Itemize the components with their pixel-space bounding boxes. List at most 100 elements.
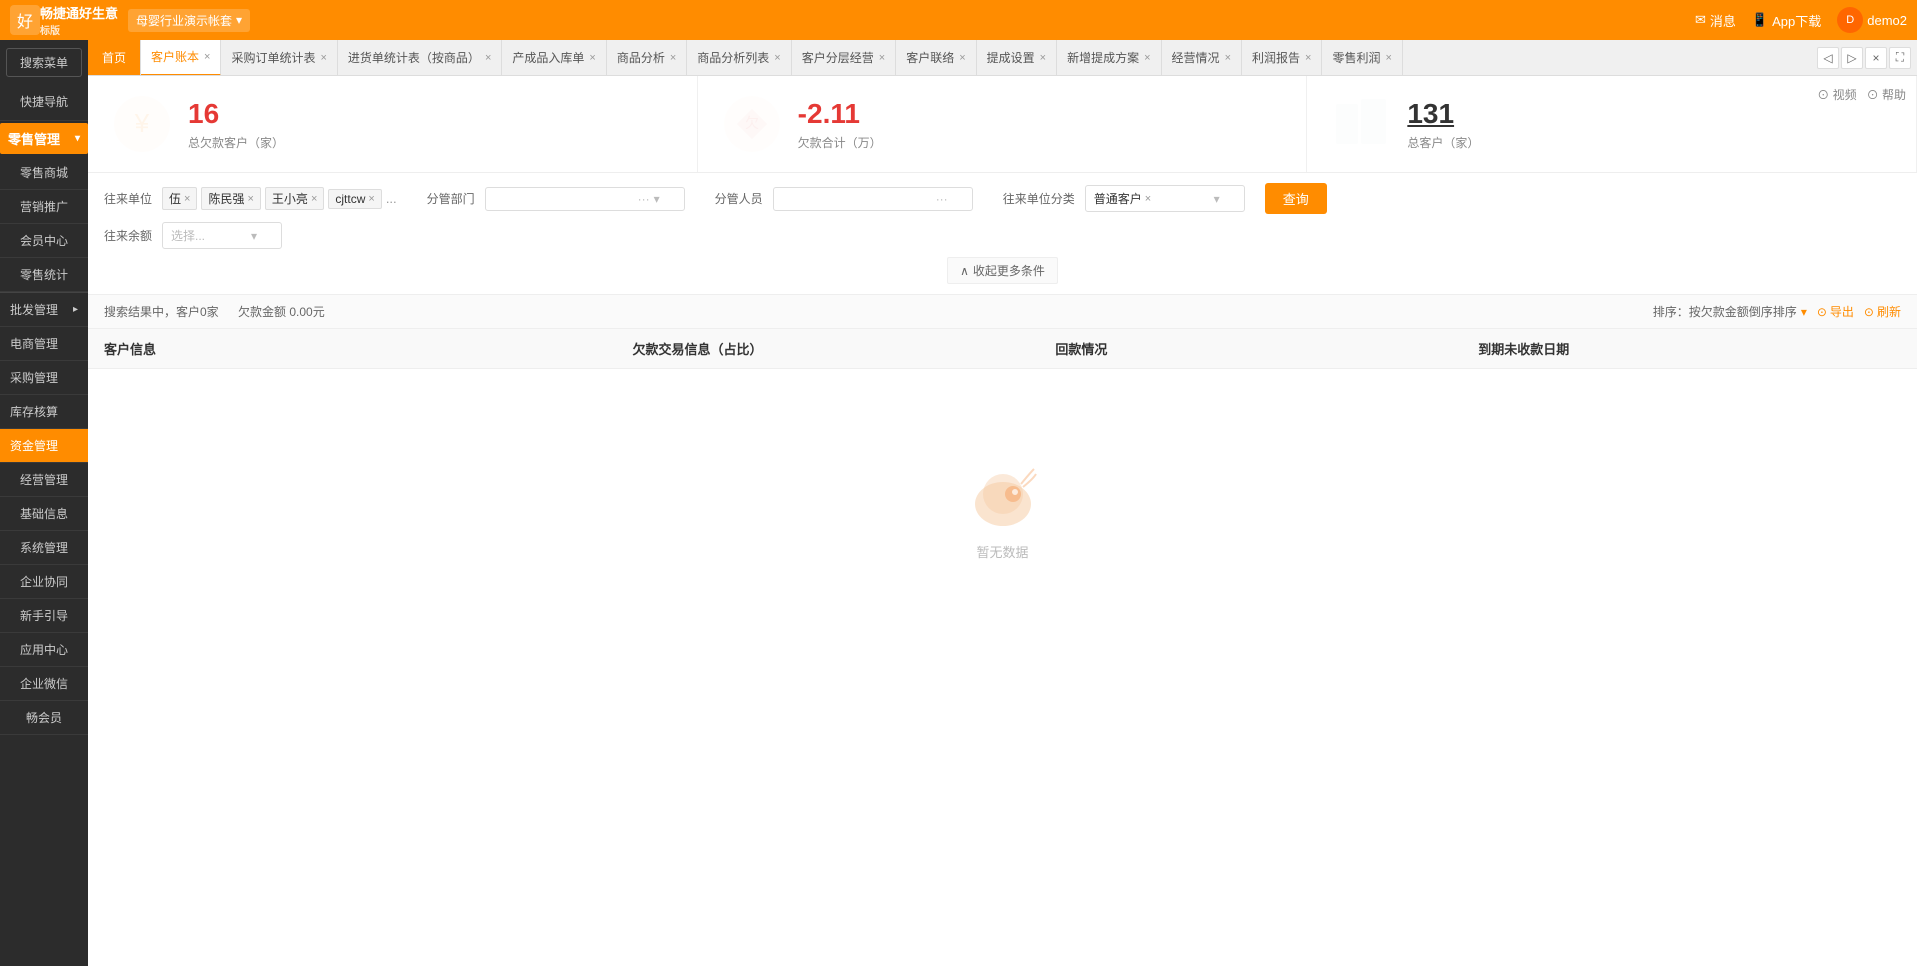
tab-business-status[interactable]: 经营情况 × bbox=[1162, 40, 1242, 76]
tab-prev-btn[interactable]: ◁ bbox=[1817, 47, 1839, 69]
tab-close-incoming[interactable]: × bbox=[485, 52, 491, 64]
tab-bar: 首页 客户账本 × 采购订单统计表 × 进货单统计表（按商品） × 产成品入库单… bbox=[88, 40, 1917, 76]
tab-close-all-btn[interactable]: × bbox=[1865, 47, 1887, 69]
empty-icon bbox=[958, 449, 1048, 542]
help-btn[interactable]: ⊙ 帮助 bbox=[1867, 86, 1906, 103]
refresh-icon: ⊙ bbox=[1864, 305, 1874, 319]
tab-close-retail[interactable]: × bbox=[1385, 52, 1391, 64]
main-content: ¥ 16 总欠款客户（家） 欠 bbox=[88, 76, 1917, 966]
category-tag-close[interactable]: × bbox=[1145, 193, 1151, 205]
svg-text:欠: 欠 bbox=[745, 115, 759, 131]
result-actions: 排序：按欠款金额倒序排序 ▾ ⊙ 导出 ⊙ 刷新 bbox=[1653, 303, 1901, 320]
sidebar-item-member[interactable]: 畅会员 bbox=[0, 701, 88, 735]
logo-icon: 好 bbox=[10, 5, 40, 35]
sidebar: 搜索菜单 快捷导航 零售管理 ▾ 零售商城 营销推广 会员中心 零售统计 批发管… bbox=[0, 40, 88, 966]
balance-filter-select[interactable]: 选择... ▾ bbox=[162, 222, 282, 249]
sidebar-item-retail[interactable]: 零售管理 ▾ bbox=[0, 123, 88, 154]
empty-text: 暂无数据 bbox=[976, 542, 1028, 561]
tab-close-profit[interactable]: × bbox=[1305, 52, 1311, 64]
card2-icon: 欠 bbox=[722, 94, 782, 154]
sidebar-item-collab[interactable]: 企业协同 bbox=[0, 565, 88, 599]
tab-retail-profit[interactable]: 零售利润 × bbox=[1322, 40, 1402, 76]
export-btn[interactable]: ⊙ 导出 bbox=[1817, 303, 1854, 320]
tab-close-customer-capital[interactable]: × bbox=[204, 51, 210, 63]
user-menu[interactable]: D demo2 bbox=[1837, 7, 1907, 33]
sort-chevron-icon[interactable]: ▾ bbox=[1801, 305, 1807, 319]
tab-production-inbound[interactable]: 产成品入库单 × bbox=[502, 40, 606, 76]
summary-card-3: 131 总客户（家） ⊙ 视频 ⊙ 帮助 bbox=[1307, 76, 1917, 172]
table-header: 客户信息 欠款交易信息（占比） 回款情况 到期未收款日期 bbox=[88, 329, 1917, 369]
person-filter-more-btn[interactable]: ··· bbox=[936, 192, 948, 206]
tab-product-analysis[interactable]: 商品分析 × bbox=[607, 40, 687, 76]
search-menu-btn[interactable]: 搜索菜单 bbox=[6, 48, 82, 77]
sidebar-item-apps[interactable]: 应用中心 bbox=[0, 633, 88, 667]
app-download-btn[interactable]: 📱 App下载 bbox=[1752, 11, 1821, 30]
tab-customer-capital[interactable]: 客户账本 × bbox=[141, 40, 221, 76]
tab-customer-contact[interactable]: 客户联络 × bbox=[896, 40, 976, 76]
quick-nav-btn[interactable]: 快捷导航 bbox=[0, 85, 88, 118]
sidebar-item-finance[interactable]: 资金管理 bbox=[0, 429, 88, 463]
app-version: 标版 bbox=[40, 22, 118, 37]
tab-fullscreen-btn[interactable]: ⛶ bbox=[1889, 47, 1911, 69]
unit-tag-wu-close[interactable]: × bbox=[184, 193, 190, 205]
refresh-btn[interactable]: ⊙ 刷新 bbox=[1864, 303, 1901, 320]
sidebar-item-retail-stats[interactable]: 零售统计 bbox=[0, 258, 88, 292]
unit-tag-wang-close[interactable]: × bbox=[311, 193, 317, 205]
unit-filter-tags: 伍 × 陈民强 × 王小亮 × bbox=[162, 187, 397, 210]
sidebar-item-wechat[interactable]: 企业微信 bbox=[0, 667, 88, 701]
sidebar-item-membership[interactable]: 会员中心 bbox=[0, 224, 88, 258]
unit-filter-more[interactable]: ... bbox=[386, 191, 397, 206]
tab-incoming-stats[interactable]: 进货单统计表（按商品） × bbox=[338, 40, 502, 76]
message-btn[interactable]: ✉ 消息 bbox=[1695, 11, 1736, 30]
tab-next-btn[interactable]: ▷ bbox=[1841, 47, 1863, 69]
tab-home[interactable]: 首页 bbox=[88, 40, 141, 76]
sidebar-item-basic[interactable]: 基础信息 bbox=[0, 497, 88, 531]
tab-close-new-raise[interactable]: × bbox=[1144, 52, 1150, 64]
sidebar-item-system[interactable]: 系统管理 bbox=[0, 531, 88, 565]
tab-close-purchase[interactable]: × bbox=[320, 52, 326, 64]
tab-raise-settings[interactable]: 提成设置 × bbox=[977, 40, 1057, 76]
sidebar-item-ecommerce[interactable]: 电商管理 bbox=[0, 327, 88, 361]
tab-close-product-list[interactable]: × bbox=[774, 52, 780, 64]
dept-filter-select[interactable]: ··· ▾ bbox=[485, 187, 685, 211]
top-bar: 好 畅捷通好生意 标版 母婴行业演示帐套 ▾ ✉ 消息 📱 App下载 D de… bbox=[0, 0, 1917, 40]
result-sort: 排序：按欠款金额倒序排序 ▾ bbox=[1653, 303, 1807, 320]
tab-close-raise[interactable]: × bbox=[1040, 52, 1046, 64]
filter-row-1: 往来单位 伍 × 陈民强 × 王小亮 bbox=[104, 183, 1901, 214]
tab-close-business[interactable]: × bbox=[1225, 52, 1231, 64]
card3-top-right: ⊙ 视频 ⊙ 帮助 bbox=[1817, 86, 1906, 103]
tab-customer-segment[interactable]: 客户分层经营 × bbox=[792, 40, 896, 76]
unit-tag-chen-close[interactable]: × bbox=[247, 193, 253, 205]
sidebar-item-wholesale[interactable]: 批发管理 ▸ bbox=[0, 292, 88, 327]
dept-filter-more-btn[interactable]: ··· bbox=[638, 192, 650, 206]
category-filter-select[interactable]: 普通客户 × ▾ bbox=[1085, 185, 1245, 212]
tab-close-segment[interactable]: × bbox=[879, 52, 885, 64]
account-selector[interactable]: 母婴行业演示帐套 ▾ bbox=[128, 9, 250, 32]
query-btn[interactable]: 查询 bbox=[1265, 183, 1327, 214]
sidebar-item-purchase[interactable]: 采购管理 bbox=[0, 361, 88, 395]
tab-close-contact[interactable]: × bbox=[959, 52, 965, 64]
category-filter-label: 往来单位分类 bbox=[1003, 190, 1075, 207]
person-filter-select[interactable]: ··· bbox=[773, 187, 973, 211]
sidebar-item-newbie[interactable]: 新手引导 bbox=[0, 599, 88, 633]
tab-close-production[interactable]: × bbox=[589, 52, 595, 64]
tab-purchase-order-stats[interactable]: 采购订单统计表 × bbox=[221, 40, 337, 76]
sidebar-item-retail-shop[interactable]: 零售商城 bbox=[0, 156, 88, 190]
card2-label: 欠款合计（万） bbox=[798, 134, 1283, 151]
summary-card-1: ¥ 16 总欠款客户（家） bbox=[88, 76, 698, 172]
collapse-btn[interactable]: ∧ 收起更多条件 bbox=[947, 257, 1058, 284]
person-filter-label: 分管人员 bbox=[715, 190, 763, 207]
video-btn[interactable]: ⊙ 视频 bbox=[1817, 86, 1856, 103]
sidebar-item-marketing[interactable]: 营销推广 bbox=[0, 190, 88, 224]
tab-close-product-analysis[interactable]: × bbox=[670, 52, 676, 64]
tab-product-analysis-list[interactable]: 商品分析列表 × bbox=[687, 40, 791, 76]
sidebar-item-ops[interactable]: 经营管理 bbox=[0, 463, 88, 497]
sidebar-item-inventory[interactable]: 库存核算 bbox=[0, 395, 88, 429]
unit-tag-wu: 伍 × bbox=[162, 187, 197, 210]
filter-area: 往来单位 伍 × 陈民强 × 王小亮 bbox=[88, 173, 1917, 295]
tab-new-raise-plan[interactable]: 新增提成方案 × bbox=[1057, 40, 1161, 76]
col-header-repayment: 回款情况 bbox=[1055, 339, 1478, 358]
unit-tag-cjttcw-close[interactable]: × bbox=[368, 193, 374, 205]
empty-state: 暂无数据 bbox=[88, 369, 1917, 641]
tab-profit-report[interactable]: 利润报告 × bbox=[1242, 40, 1322, 76]
